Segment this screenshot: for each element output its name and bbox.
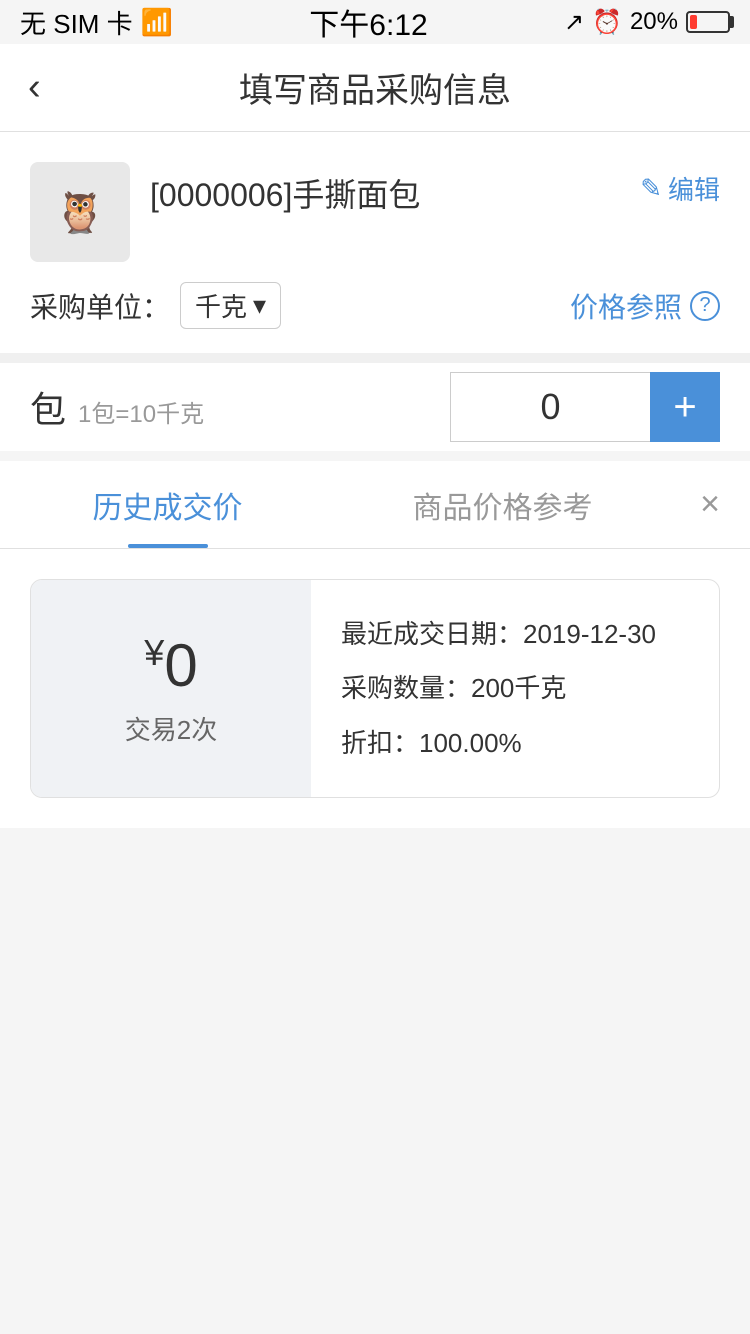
section-divider	[0, 353, 750, 363]
card-container: ¥0 交易2次 最近成交日期：2019-12-30 采购数量：200千克 折扣：…	[0, 549, 750, 828]
product-section: 🦉 [0000006]手撕面包 ✎ 编辑 采购单位： 千克 ▾ 价格参照 ?	[0, 132, 750, 353]
page-title: 填写商品采购信息	[239, 63, 511, 112]
unit-value: 千克	[195, 287, 247, 324]
status-right: ↗ ⏰ 20%	[564, 8, 730, 37]
battery-icon	[686, 11, 730, 33]
quantity-unit-main: 包	[30, 381, 66, 433]
product-header: 🦉 [0000006]手撕面包 ✎ 编辑	[30, 162, 720, 262]
tab-close-button[interactable]: ×	[670, 485, 750, 524]
product-unit-row: 采购单位： 千克 ▾ 价格参照 ?	[30, 282, 720, 353]
quantity-section: 包 1包=10千克 0 +	[0, 363, 750, 451]
edit-icon: ✎	[640, 173, 662, 204]
dropdown-arrow-icon: ▾	[253, 290, 266, 321]
status-bar: 无 SIM 卡 📶 下午6:12 ↗ ⏰ 20%	[0, 0, 750, 44]
product-name: [0000006]手撕面包	[150, 170, 420, 216]
edit-label: 编辑	[668, 170, 720, 207]
quantity-plus-button[interactable]: +	[650, 372, 720, 442]
quantity-input-row: 0 +	[450, 372, 720, 442]
unit-label-group: 采购单位： 千克 ▾	[30, 282, 281, 329]
product-image-icon: 🦉	[55, 189, 105, 236]
alarm-icon: ⏰	[592, 8, 622, 37]
recent-date-label: 最近成交日期：	[341, 619, 523, 649]
tab-section: 历史成交价 商品价格参考 × ¥0 交易2次 最近成交日期：2019-12-30	[0, 461, 750, 828]
unit-dropdown[interactable]: 千克 ▾	[180, 282, 281, 329]
recent-date-row: 最近成交日期：2019-12-30	[341, 616, 689, 652]
tab-history-label: 历史成交价	[93, 483, 243, 527]
card-left: ¥0 交易2次	[31, 580, 311, 797]
qty-label: 采购数量：	[341, 673, 471, 703]
location-icon: ↗	[564, 8, 584, 37]
qty-row: 采购数量：200千克	[341, 670, 689, 706]
recent-date-value: 2019-12-30	[523, 619, 656, 649]
quantity-unit-sub: 1包=10千克	[78, 394, 204, 429]
status-time: 下午6:12	[309, 0, 427, 44]
card-price: ¥0	[144, 631, 197, 700]
card-right: 最近成交日期：2019-12-30 采购数量：200千克 折扣：100.00%	[311, 580, 719, 797]
product-left: 🦉 [0000006]手撕面包	[30, 162, 420, 262]
unit-prefix: 采购单位：	[30, 286, 170, 326]
price-value: 0	[164, 632, 197, 699]
price-ref-button[interactable]: 价格参照 ?	[570, 286, 720, 326]
quantity-input[interactable]: 0	[450, 372, 650, 442]
currency-symbol: ¥	[144, 632, 164, 673]
status-left: 无 SIM 卡 📶	[20, 4, 173, 41]
battery-percent: 20%	[630, 8, 678, 36]
back-button[interactable]: ‹	[28, 66, 41, 109]
wifi-icon: 📶	[141, 7, 173, 38]
qty-value: 200千克	[471, 673, 566, 703]
tab-reference-label: 商品价格参考	[413, 483, 593, 527]
price-card: ¥0 交易2次 最近成交日期：2019-12-30 采购数量：200千克 折扣：…	[30, 579, 720, 798]
discount-label: 折扣：	[341, 728, 419, 758]
nav-bar: ‹ 填写商品采购信息	[0, 44, 750, 132]
main-content: 历史成交价 商品价格参考 × ¥0 交易2次 最近成交日期：2019-12-30	[0, 461, 750, 1161]
tab-bar: 历史成交价 商品价格参考 ×	[0, 461, 750, 549]
tab-history-price[interactable]: 历史成交价	[0, 461, 335, 548]
transaction-count: 交易2次	[125, 710, 217, 747]
price-ref-label: 价格参照	[570, 286, 682, 326]
discount-row: 折扣：100.00%	[341, 725, 689, 761]
quantity-label: 包 1包=10千克	[30, 381, 204, 433]
product-thumbnail: 🦉	[30, 162, 130, 262]
edit-button[interactable]: ✎ 编辑	[640, 170, 720, 207]
discount-value: 100.00%	[419, 728, 522, 758]
battery-fill	[690, 15, 697, 29]
sim-status: 无 SIM 卡	[20, 4, 133, 41]
tab-price-reference[interactable]: 商品价格参考	[335, 461, 670, 548]
price-ref-help-icon: ?	[690, 291, 720, 321]
